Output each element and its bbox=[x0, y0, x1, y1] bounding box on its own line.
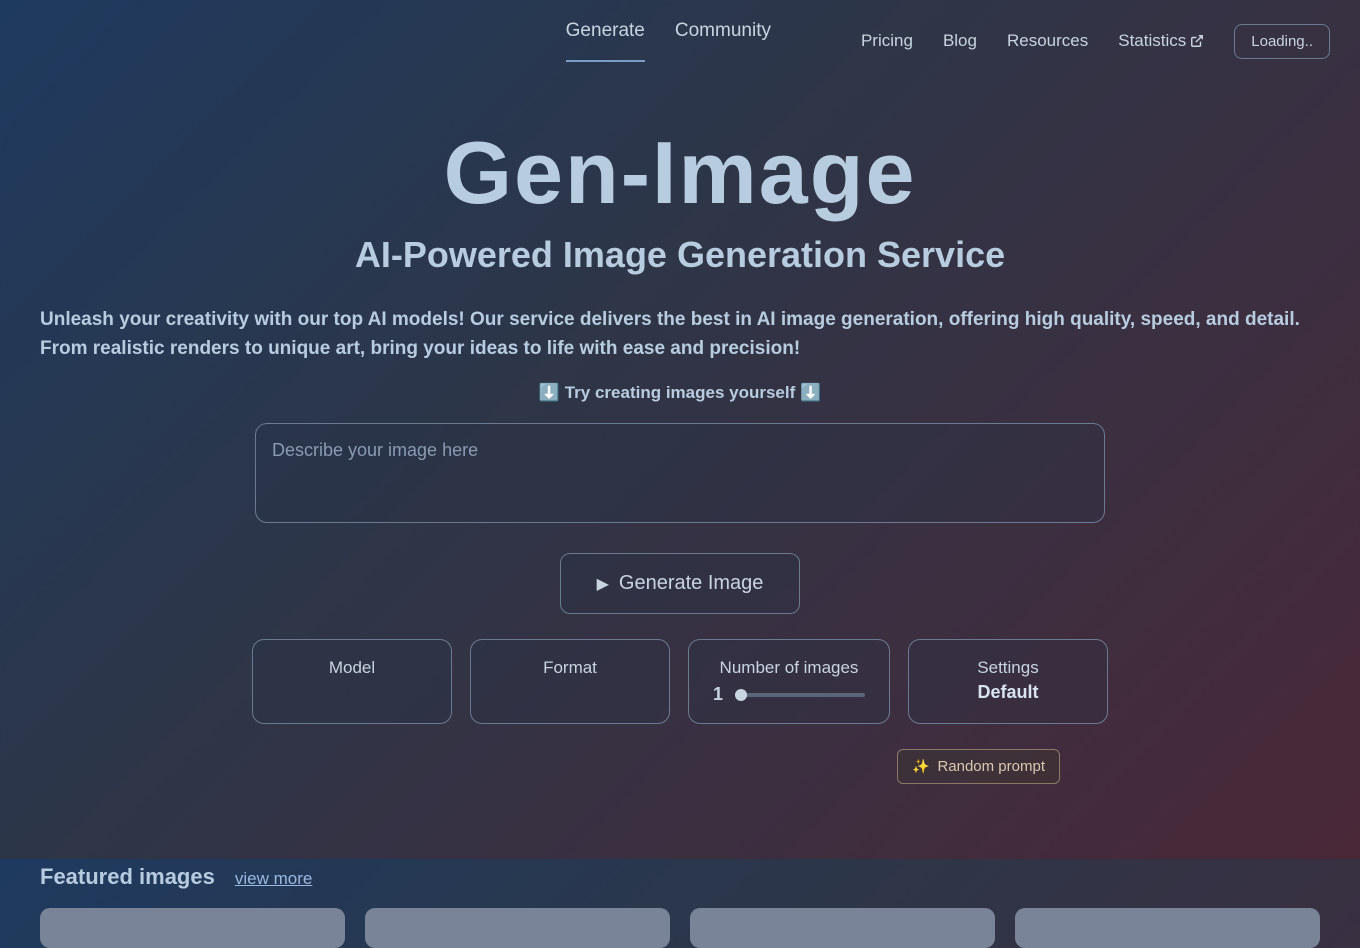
settings-selector[interactable]: Settings Default bbox=[908, 639, 1108, 724]
number-value: 1 bbox=[713, 684, 723, 705]
featured-header: Featured images view more bbox=[40, 864, 1320, 890]
nav-blog[interactable]: Blog bbox=[943, 31, 977, 51]
image-grid bbox=[40, 908, 1320, 948]
nav-pricing[interactable]: Pricing bbox=[861, 31, 913, 51]
page-subtitle: AI-Powered Image Generation Service bbox=[40, 234, 1320, 276]
nav-statistics[interactable]: Statistics bbox=[1118, 31, 1204, 51]
settings-label: Settings bbox=[933, 658, 1083, 678]
controls-row: Model Format Number of images 1 Settings… bbox=[40, 639, 1320, 724]
nav-statistics-label: Statistics bbox=[1118, 31, 1186, 51]
featured-section: Featured images view more bbox=[0, 864, 1360, 948]
number-slider-row: 1 bbox=[713, 684, 865, 705]
generate-button-label: Generate Image bbox=[619, 572, 764, 595]
top-nav: Generate Community Pricing Blog Resource… bbox=[0, 0, 1360, 82]
external-link-icon bbox=[1190, 34, 1204, 48]
tab-generate[interactable]: Generate bbox=[566, 20, 645, 62]
random-prompt-label: Random prompt bbox=[937, 758, 1045, 775]
generate-button[interactable]: ▶ Generate Image bbox=[560, 553, 801, 614]
view-more-link[interactable]: view more bbox=[235, 869, 312, 889]
image-card[interactable] bbox=[365, 908, 670, 948]
play-icon: ▶ bbox=[597, 574, 609, 594]
number-slider[interactable] bbox=[735, 693, 865, 697]
model-label: Model bbox=[277, 658, 427, 678]
number-selector[interactable]: Number of images 1 bbox=[688, 639, 890, 724]
random-wrap: ✨ Random prompt bbox=[40, 749, 1320, 784]
model-selector[interactable]: Model bbox=[252, 639, 452, 724]
nav-resources[interactable]: Resources bbox=[1007, 31, 1088, 51]
try-cta-text: ⬇️ Try creating images yourself ⬇️ bbox=[40, 383, 1320, 403]
hero-description: Unleash your creativity with our top AI … bbox=[40, 306, 1320, 363]
number-label: Number of images bbox=[720, 658, 859, 678]
format-label: Format bbox=[495, 658, 645, 678]
featured-title: Featured images bbox=[40, 864, 215, 890]
wand-icon: ✨ bbox=[912, 758, 929, 775]
hero-section: Gen-Image AI-Powered Image Generation Se… bbox=[0, 82, 1360, 864]
image-card[interactable] bbox=[690, 908, 995, 948]
random-prompt-button[interactable]: ✨ Random prompt bbox=[897, 749, 1060, 784]
format-selector[interactable]: Format bbox=[470, 639, 670, 724]
nav-tabs: Generate Community bbox=[566, 20, 771, 62]
tab-community[interactable]: Community bbox=[675, 20, 771, 62]
image-card[interactable] bbox=[1015, 908, 1320, 948]
loading-button[interactable]: Loading.. bbox=[1234, 24, 1330, 59]
nav-links: Pricing Blog Resources Statistics Loadin… bbox=[861, 24, 1330, 59]
prompt-area bbox=[255, 423, 1105, 528]
settings-value: Default bbox=[933, 682, 1083, 703]
image-card[interactable] bbox=[40, 908, 345, 948]
slider-thumb[interactable] bbox=[735, 689, 747, 701]
prompt-input[interactable] bbox=[255, 423, 1105, 523]
page-title: Gen-Image bbox=[40, 122, 1320, 224]
